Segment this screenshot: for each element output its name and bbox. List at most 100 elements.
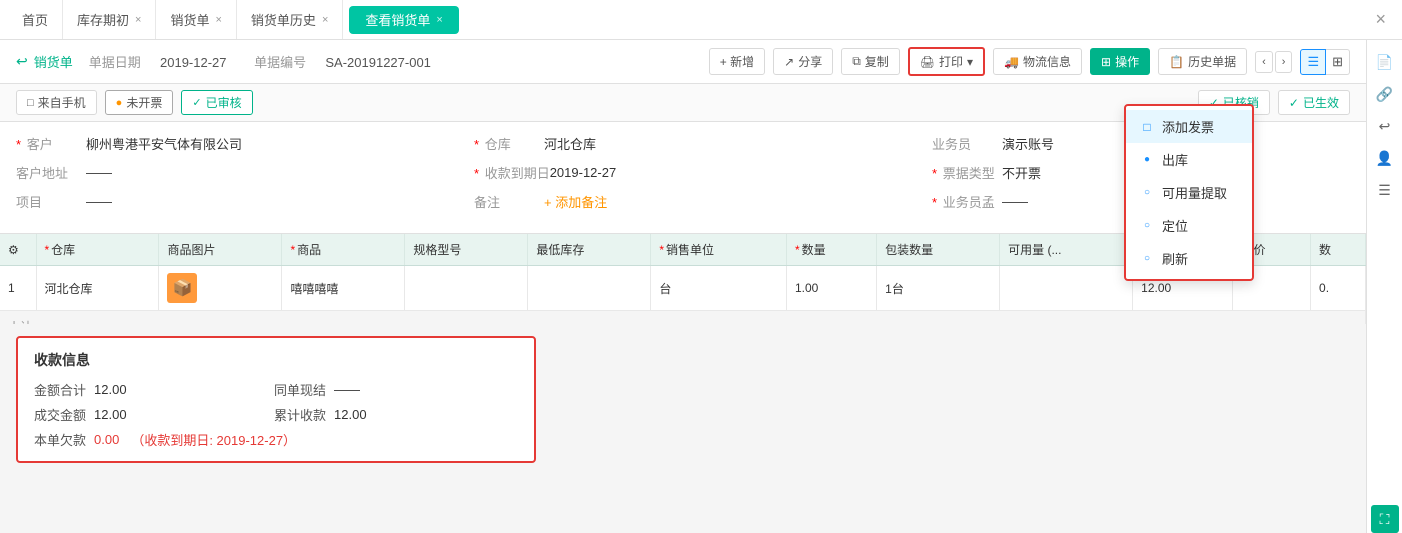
amount-total-label: 金额合计 — [34, 380, 86, 399]
customer-value: 柳州粤港平安气体有限公司 — [86, 134, 242, 153]
view-toggle: ☰ ⊞ — [1300, 49, 1350, 75]
history-button[interactable]: 📋 历史单据 — [1158, 48, 1247, 75]
copy-button[interactable]: ⧉ 复制 — [841, 48, 900, 75]
doc-meta: 单据日期 2019-12-27 单据编号 SA-20191227-001 — [89, 52, 455, 71]
tab-inventory-label: 库存期初 — [77, 10, 129, 29]
close-inventory-icon[interactable]: × — [135, 14, 141, 26]
col-model: 规格型号 — [405, 234, 528, 266]
doc-number-label: 单据编号 SA-20191227-001 — [254, 55, 443, 70]
customer-label: 客户 — [27, 137, 53, 152]
accumulated-value: 12.00 — [334, 407, 367, 422]
ticket-type-label: 票据类型 — [943, 166, 995, 181]
note-field: 备注 + 添加备注 — [474, 192, 892, 211]
same-order-label: 同单现结 — [274, 380, 326, 399]
tab-sales-history[interactable]: 销货单历史 × — [237, 0, 343, 39]
address-value: —— — [86, 165, 112, 180]
row-index: 1 — [0, 266, 36, 311]
tab-view-sales[interactable]: 查看销货单 × — [349, 6, 458, 34]
dropdown-available-qty[interactable]: ○ 可用量提取 — [1126, 176, 1252, 209]
owed-label: 本单欠款 — [34, 430, 86, 449]
dropdown-locate[interactable]: ○ 定位 — [1126, 209, 1252, 242]
row-product: 嘻嘻嘻嘻 — [282, 266, 405, 311]
col-pack-qty: 包装数量 — [877, 234, 1000, 266]
operate-button[interactable]: ⊞ 操作 — [1090, 48, 1150, 75]
sidebar-list-icon[interactable]: ☰ — [1371, 176, 1399, 204]
close-sales-order-icon[interactable]: × — [215, 14, 221, 26]
new-label: + 新增 — [720, 53, 754, 70]
share-button[interactable]: ↗ 分享 — [773, 48, 833, 75]
next-arrow[interactable]: › — [1275, 51, 1293, 73]
tab-view-sales-label: 查看销货单 — [365, 10, 430, 29]
print-button[interactable]: 🖨 打印 ▾ — [908, 47, 985, 76]
payment-row-2: 成交金额 12.00 累计收款 12.00 — [34, 405, 518, 424]
payment-date-field: * 收款到期日 2019-12-27 — [474, 163, 892, 182]
payment-date-label: 收款到期日 — [485, 166, 550, 181]
available-qty-label: 可用量提取 — [1162, 183, 1227, 202]
doc-date-label: 单据日期 2019-12-27 — [89, 55, 242, 70]
from-phone-button[interactable]: □ 来自手机 — [16, 90, 97, 115]
close-view-sales-icon[interactable]: × — [436, 14, 442, 26]
address-field: 客户地址 —— — [16, 163, 434, 182]
subtotal-row: 小计 — [0, 311, 1366, 325]
copy-label: 复制 — [865, 53, 889, 70]
dropdown-add-invoice[interactable]: □ 添加发票 — [1126, 110, 1252, 143]
sidebar-user-icon[interactable]: 👤 — [1371, 144, 1399, 172]
grid-view-button[interactable]: ⊞ — [1326, 49, 1350, 75]
logistics-icon: 🚚 — [1004, 55, 1019, 69]
close-sales-history-icon[interactable]: × — [322, 14, 328, 26]
payment-info: 收款信息 金额合计 12.00 同单现结 —— — [16, 336, 536, 463]
outbound-icon: ● — [1140, 153, 1154, 167]
project-label: 项目 — [16, 195, 42, 210]
list-view-button[interactable]: ☰ — [1300, 49, 1326, 75]
tab-home[interactable]: 首页 — [8, 0, 63, 39]
same-order-field: 同单现结 —— — [274, 380, 474, 399]
doc-title: ↩ 销货单 — [16, 52, 73, 71]
sidebar-expand-icon[interactable]: ⛶ — [1371, 505, 1399, 533]
row-model — [405, 266, 528, 311]
amount-total-field: 金额合计 12.00 — [34, 380, 234, 399]
invoice-icon: □ — [1140, 120, 1154, 134]
ticket-type-value: 不开票 — [1002, 163, 1041, 182]
sidebar-doc-icon[interactable]: 📄 — [1371, 48, 1399, 76]
row-warehouse: 河北仓库 — [36, 266, 159, 311]
amount-total-value: 12.00 — [94, 382, 127, 397]
copy-icon: ⧉ — [852, 54, 861, 69]
logistics-button[interactable]: 🚚 物流信息 — [993, 48, 1082, 75]
header-actions: + 新增 ↗ 分享 ⧉ 复制 🖨 打印 ▾ 🚚 物流信息 — [709, 47, 1350, 76]
doc-number-value: SA-20191227-001 — [325, 55, 431, 70]
phone-icon: □ — [27, 97, 34, 109]
new-button[interactable]: + 新增 — [709, 48, 765, 75]
history-label: 历史单据 — [1188, 53, 1236, 70]
salesperson2-value: —— — [1002, 194, 1028, 209]
sidebar-return-icon[interactable]: ↩ — [1371, 112, 1399, 140]
same-order-value: —— — [334, 382, 360, 397]
not-open-button[interactable]: ● 未开票 — [105, 90, 174, 115]
accumulated-field: 累计收款 12.00 — [274, 405, 474, 424]
dropdown-outbound[interactable]: ● 出库 — [1126, 143, 1252, 176]
nav-arrows: ‹ › — [1255, 51, 1292, 73]
payment-row-3: 本单欠款 0.00 （收款到期日: 2019-12-27） — [34, 430, 518, 449]
logistics-label: 物流信息 — [1023, 53, 1071, 70]
customer-field: * 客户 柳州粤港平安气体有限公司 — [16, 134, 434, 153]
sidebar-link-icon[interactable]: 🔗 — [1371, 80, 1399, 108]
col-min-stock: 最低库存 — [528, 234, 651, 266]
payment-date-value: 2019-12-27 — [550, 165, 617, 180]
history-icon: 📋 — [1169, 55, 1184, 69]
from-phone-label: 来自手机 — [38, 94, 86, 111]
effective-button[interactable]: ✓ 已生效 — [1278, 90, 1350, 115]
warehouse-value: 河北仓库 — [544, 134, 596, 153]
verify-button[interactable]: ✓ 已审核 — [181, 90, 252, 115]
prev-arrow[interactable]: ‹ — [1255, 51, 1273, 73]
owed-value: 0.00 — [94, 432, 119, 447]
warehouse-field: * 仓库 河北仓库 — [474, 134, 892, 153]
tab-sales-order-label: 销货单 — [170, 10, 209, 29]
verify-label: 已审核 — [206, 94, 242, 111]
payment-rows: 金额合计 12.00 同单现结 —— 成交金额 12.00 — [34, 380, 518, 449]
row-pack-qty: 1台 — [877, 266, 1000, 311]
dropdown-refresh[interactable]: ○ 刷新 — [1126, 242, 1252, 275]
close-all-button[interactable]: × — [1367, 9, 1394, 30]
tab-sales-order[interactable]: 销货单 × — [156, 0, 236, 39]
tab-inventory[interactable]: 库存期初 × — [63, 0, 156, 39]
add-note-button[interactable]: + 添加备注 — [544, 192, 607, 211]
print-label: 打印 — [939, 53, 963, 70]
